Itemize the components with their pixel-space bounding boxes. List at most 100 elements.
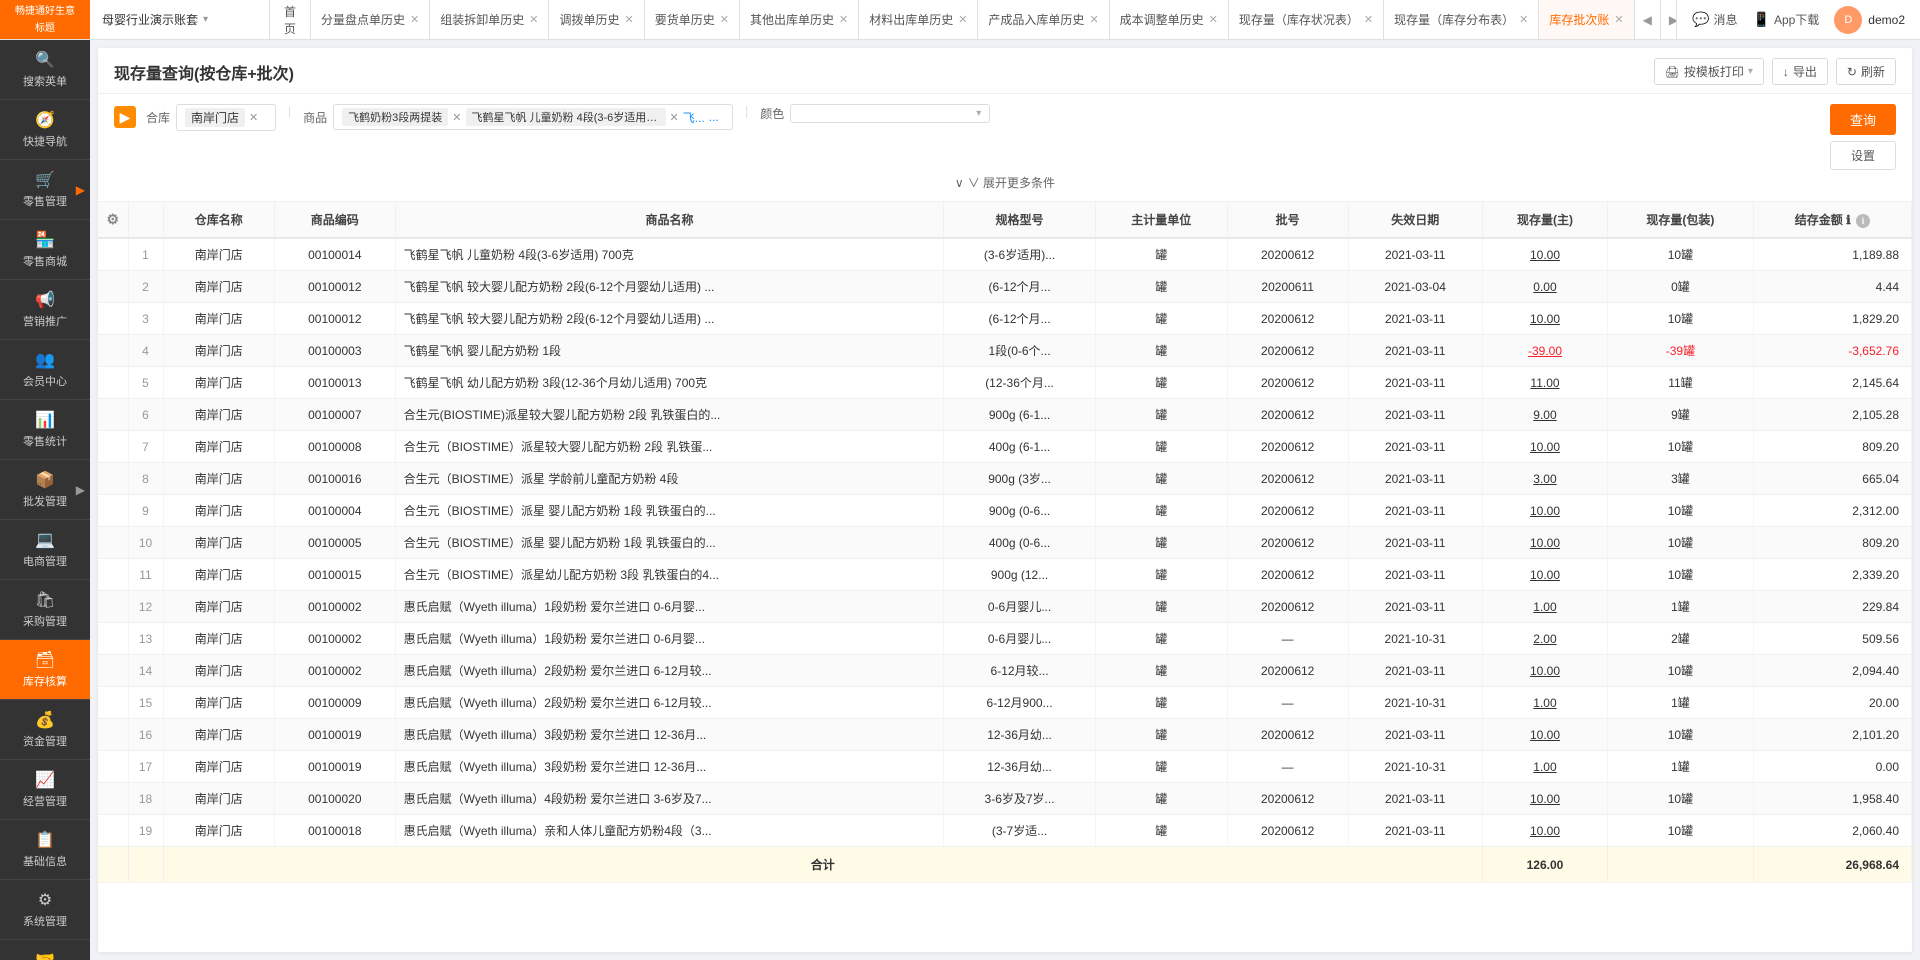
sidebar-item-purchase[interactable]: 🛍 采购管理 bbox=[0, 580, 90, 640]
tab-close-icon[interactable]: ✕ bbox=[410, 13, 419, 26]
row-stock-main-cell[interactable]: 10.00 bbox=[1482, 655, 1607, 687]
tab-close-icon[interactable]: ✕ bbox=[1089, 13, 1098, 26]
tab-fen-pan[interactable]: 分量盘点单历史 ✕ bbox=[311, 0, 430, 39]
sidebar-item-member[interactable]: 👥 会员中心 bbox=[0, 340, 90, 400]
tab-close-icon[interactable]: ✕ bbox=[839, 13, 848, 26]
nav-icon: 🧭 bbox=[35, 110, 55, 130]
sidebar-item-finance[interactable]: 💰 资金管理 bbox=[0, 700, 90, 760]
row-stock-main-cell[interactable]: 0.00 bbox=[1482, 271, 1607, 303]
product-tag-remove-1[interactable]: ✕ bbox=[452, 111, 461, 124]
color-filter-input[interactable]: ▾ bbox=[790, 104, 990, 123]
row-code-cell: 00100012 bbox=[274, 271, 395, 303]
row-settings-cell bbox=[98, 623, 128, 655]
row-stock-main-cell[interactable]: 10.00 bbox=[1482, 559, 1607, 591]
table-row: 17 南岸门店 00100019 惠氏启赋（Wyeth illuma）3段奶粉 … bbox=[98, 751, 1912, 783]
product-filter-input[interactable]: 飞鹤奶粉3段两提装 ✕ 飞鹤星飞帆 儿童奶粉 4段(3-6岁适用) 700克 ✕… bbox=[333, 104, 733, 130]
row-stock-pkg-cell: 10罐 bbox=[1608, 495, 1754, 527]
row-warehouse-cell: 南岸门店 bbox=[163, 335, 274, 367]
sidebar-item-shop[interactable]: 🏪 零售商城 bbox=[0, 220, 90, 280]
tab-cheng-ben[interactable]: 成本调整单历史 ✕ bbox=[1110, 0, 1229, 39]
sidebar-item-search[interactable]: 🔍 搜索英单 bbox=[0, 40, 90, 100]
settings-column-header[interactable]: ⚙ bbox=[98, 202, 128, 238]
row-stock-main-cell[interactable]: -39.00 bbox=[1482, 335, 1607, 367]
tab-xian-cun-zhuang[interactable]: 现存量（库存状况表） ✕ bbox=[1229, 0, 1384, 39]
row-expire-cell: 2021-03-11 bbox=[1348, 719, 1482, 751]
row-stock-main-cell[interactable]: 3.00 bbox=[1482, 463, 1607, 495]
tab-close-icon[interactable]: ✕ bbox=[529, 13, 538, 26]
product-more-dots[interactable]: ... bbox=[709, 110, 719, 124]
refresh-button[interactable]: ↻ 刷新 bbox=[1836, 58, 1896, 85]
user-profile-button[interactable]: D demo2 bbox=[1834, 6, 1905, 34]
sidebar-item-basic[interactable]: 📋 基础信息 bbox=[0, 820, 90, 880]
row-stock-main-cell[interactable]: 1.00 bbox=[1482, 687, 1607, 719]
tab-diao-bo[interactable]: 调拨单历史 ✕ bbox=[549, 0, 644, 39]
sidebar-item-ecom[interactable]: 💻 电商管理 bbox=[0, 520, 90, 580]
sidebar-item-stats[interactable]: 📊 零售统计 bbox=[0, 400, 90, 460]
sidebar-item-sys[interactable]: ⚙ 系统管理 bbox=[0, 880, 90, 940]
sidebar-item-corp[interactable]: 🤝 企业协同 bbox=[0, 940, 90, 960]
row-stock-main-cell[interactable]: 10.00 bbox=[1482, 719, 1607, 751]
row-stock-main-cell[interactable]: 11.00 bbox=[1482, 367, 1607, 399]
tab-zu-chai[interactable]: 组装拆卸单历史 ✕ bbox=[430, 0, 549, 39]
sidebar-item-wholesale[interactable]: 📦 批发管理 ▶ bbox=[0, 460, 90, 520]
row-stock-main-cell[interactable]: 10.00 bbox=[1482, 783, 1607, 815]
table-row: 3 南岸门店 00100012 飞鹤星飞帆 较大婴儿配方奶粉 2段(6-12个月… bbox=[98, 303, 1912, 335]
tab-yao-huo[interactable]: 要货单历史 ✕ bbox=[645, 0, 740, 39]
sidebar-item-retail[interactable]: 🛒 零售管理 ▶ bbox=[0, 160, 90, 220]
tab-close-icon[interactable]: ✕ bbox=[625, 13, 634, 26]
row-stock-main-cell[interactable]: 10.00 bbox=[1482, 527, 1607, 559]
tag-remove-icon[interactable]: ✕ bbox=[249, 111, 258, 124]
product-tag-remove-2[interactable]: ✕ bbox=[670, 111, 679, 124]
tab-qi-ta-chu[interactable]: 其他出库单历史 ✕ bbox=[740, 0, 859, 39]
tab-close-icon[interactable]: ✕ bbox=[1519, 13, 1528, 26]
tab-close-icon[interactable]: ✕ bbox=[1209, 13, 1218, 26]
tab-ku-cun-pi[interactable]: 库存批次账 ✕ bbox=[1539, 0, 1634, 39]
tab-home[interactable]: 首页 bbox=[270, 0, 311, 39]
tab-nav-next[interactable]: ▶ bbox=[1661, 0, 1676, 39]
row-stock-main-cell[interactable]: 2.00 bbox=[1482, 623, 1607, 655]
row-stock-main-cell[interactable]: 10.00 bbox=[1482, 815, 1607, 847]
tab-chan-cheng[interactable]: 产成品入库单历史 ✕ bbox=[978, 0, 1109, 39]
sidebar-item-marketing[interactable]: 📢 营销推广 bbox=[0, 280, 90, 340]
query-button[interactable]: 查询 bbox=[1830, 104, 1896, 135]
setting-button[interactable]: 设置 bbox=[1830, 141, 1896, 170]
messages-button[interactable]: 💬 消息 bbox=[1692, 11, 1737, 28]
row-warehouse-cell: 南岸门店 bbox=[163, 495, 274, 527]
tab-close-icon[interactable]: ✕ bbox=[720, 13, 729, 26]
row-settings-cell bbox=[98, 783, 128, 815]
row-stock-main-cell[interactable]: 1.00 bbox=[1482, 751, 1607, 783]
sidebar-item-ops[interactable]: 📈 经营管理 bbox=[0, 760, 90, 820]
row-settings-cell bbox=[98, 271, 128, 303]
tab-close-icon[interactable]: ✕ bbox=[1614, 13, 1623, 26]
tab-cai-liao[interactable]: 材料出库单历史 ✕ bbox=[859, 0, 978, 39]
template-print-button[interactable]: 🖨 按模板打印 ▾ bbox=[1654, 58, 1764, 85]
row-code-cell: 00100012 bbox=[274, 303, 395, 335]
row-index-cell: 15 bbox=[128, 687, 163, 719]
sidebar-item-nav[interactable]: 🧭 快捷导航 bbox=[0, 100, 90, 160]
row-stock-main-cell[interactable]: 10.00 bbox=[1482, 431, 1607, 463]
tab-xian-cun-fen[interactable]: 现存量（库存分布表） ✕ bbox=[1384, 0, 1539, 39]
sidebar-item-inventory[interactable]: 🗃 库存核算 bbox=[0, 640, 90, 700]
row-stock-main-cell[interactable]: 1.00 bbox=[1482, 591, 1607, 623]
row-stock-main-cell[interactable]: 10.00 bbox=[1482, 238, 1607, 271]
warehouse-filter-input[interactable]: 南岸门店 ✕ bbox=[176, 104, 276, 131]
app-download-button[interactable]: 📱 App下载 bbox=[1753, 11, 1820, 28]
filter-expand-button[interactable]: ▶ bbox=[114, 106, 136, 128]
export-button[interactable]: ↓ 导出 bbox=[1772, 58, 1828, 85]
expand-more-bar[interactable]: ∨ ∨ 展开更多条件 bbox=[114, 170, 1896, 191]
settings-icon[interactable]: ⚙ bbox=[106, 211, 119, 227]
row-stock-main-cell[interactable]: 10.00 bbox=[1482, 303, 1607, 335]
row-name-cell: 飞鹤星飞帆 婴儿配方奶粉 1段 bbox=[395, 335, 944, 367]
table-row: 11 南岸门店 00100015 合生元（BIOSTIME）派星幼儿配方奶粉 3… bbox=[98, 559, 1912, 591]
info-icon[interactable]: i bbox=[1856, 214, 1870, 228]
row-stock-main-cell[interactable]: 10.00 bbox=[1482, 495, 1607, 527]
tab-close-icon[interactable]: ✕ bbox=[1364, 13, 1373, 26]
tab-close-icon[interactable]: ✕ bbox=[958, 13, 967, 26]
row-spec-cell: 900g (12... bbox=[944, 559, 1095, 591]
tab-nav-prev[interactable]: ◀ bbox=[1635, 0, 1661, 39]
account-dropdown[interactable]: 母婴行业演示账套 ▾ bbox=[90, 0, 270, 39]
row-warehouse-cell: 南岸门店 bbox=[163, 751, 274, 783]
row-stock-main-cell[interactable]: 9.00 bbox=[1482, 399, 1607, 431]
row-warehouse-cell: 南岸门店 bbox=[163, 783, 274, 815]
row-batch-cell: 20200612 bbox=[1227, 783, 1348, 815]
